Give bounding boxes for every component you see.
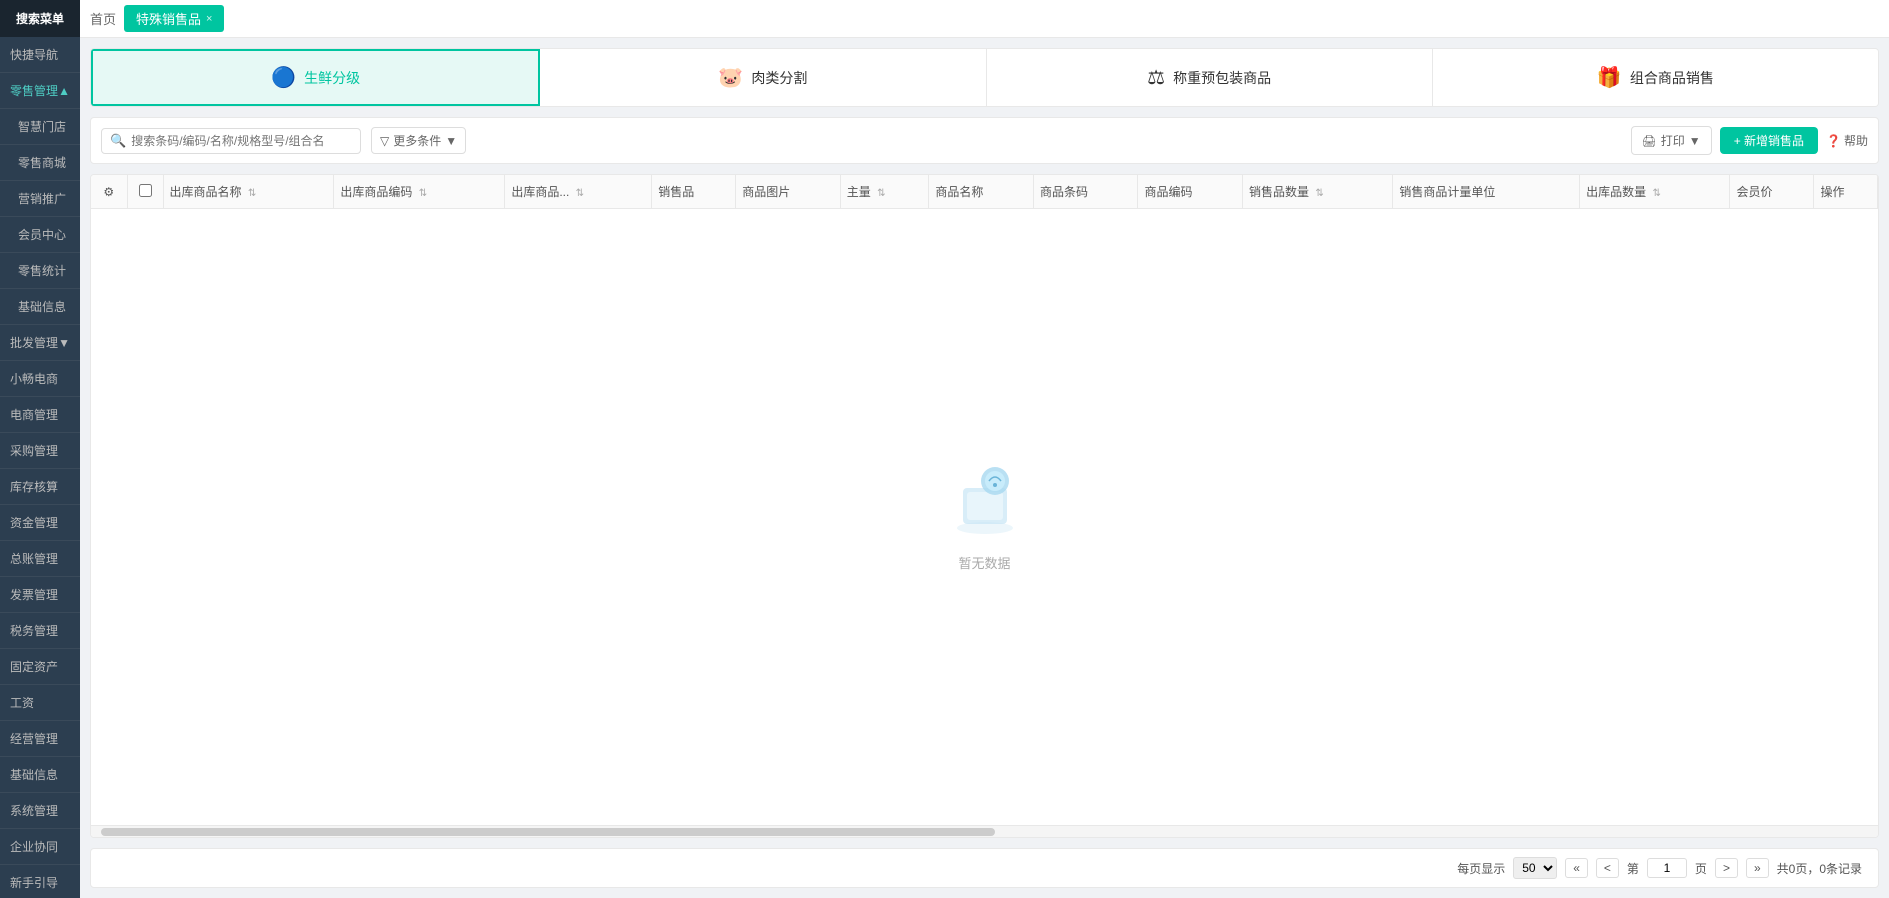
print-icon: 🖨 — [1642, 134, 1657, 148]
col-member-price[interactable]: 会员价 — [1730, 175, 1814, 209]
sidebar-item-mini-ecommerce[interactable]: 小畅电商 — [0, 361, 80, 397]
sort-icon-2: ⇅ — [419, 188, 427, 199]
empty-state-text: 暂无数据 — [958, 553, 1010, 572]
data-table-container: ⚙ 出库商品名称 ⇅ 出库商品编码 ⇅ — [90, 174, 1879, 838]
topbar: 首页 特殊销售品 × — [80, 0, 1889, 38]
col-main-amount[interactable]: 主量 ⇅ — [840, 175, 929, 209]
sidebar-item-newbie-guide[interactable]: 新手引导 — [0, 865, 80, 898]
chevron-down-icon: ▼ — [58, 336, 70, 350]
sidebar-logo: 搜索菜单 — [0, 0, 80, 37]
empty-state-icon — [945, 463, 1025, 543]
page-number-input[interactable] — [1647, 858, 1687, 878]
category-tabs: 🔵 生鲜分级 🐷 肉类分割 ⚖ 称重预包装商品 🎁 组合商品销售 — [90, 48, 1879, 107]
page-label: 第 — [1627, 860, 1639, 877]
sort-icon: ⇅ — [248, 188, 256, 199]
search-box[interactable]: 🔍 — [101, 128, 361, 154]
pagination: 每页显示 50 « < 第 页 > » 共0页，0条记录 — [90, 848, 1879, 888]
category-tab-weigh-prepack[interactable]: ⚖ 称重预包装商品 — [987, 49, 1433, 106]
sidebar-item-system-mgmt[interactable]: 系统管理 — [0, 793, 80, 829]
per-page-label: 每页显示 — [1457, 860, 1505, 877]
toolbar: 🔍 ▽ 更多条件 ▼ 🖨 打印 ▼ + 新增销售品 — [90, 117, 1879, 164]
sidebar-item-basic-info[interactable]: 基础信息 — [0, 757, 80, 793]
scrollbar-thumb[interactable] — [101, 828, 995, 836]
col-out-product-something[interactable]: 出库商品... ⇅ — [505, 175, 652, 209]
toolbar-right: 🖨 打印 ▼ + 新增销售品 ❓ 帮助 — [1631, 126, 1868, 155]
sort-icon-6: ⇅ — [1652, 188, 1660, 199]
col-sales-quantity[interactable]: 销售品数量 ⇅ — [1243, 175, 1393, 209]
filter-button[interactable]: ▽ 更多条件 ▼ — [371, 127, 466, 154]
page-unit: 页 — [1695, 860, 1707, 877]
sort-icon-5: ⇅ — [1315, 188, 1323, 199]
combo-sale-icon: 🎁 — [1597, 65, 1622, 90]
prev-page-button[interactable]: < — [1596, 858, 1619, 878]
sidebar-item-enterprise-coop[interactable]: 企业协同 — [0, 829, 80, 865]
col-product-name[interactable]: 商品名称 — [929, 175, 1034, 209]
sidebar-item-wages[interactable]: 工资 — [0, 685, 80, 721]
empty-state: 暂无数据 — [91, 209, 1878, 825]
sidebar-item-invoice-mgmt[interactable]: 发票管理 — [0, 577, 80, 613]
topbar-home-link[interactable]: 首页 — [90, 9, 116, 28]
sidebar-item-finance-mgmt[interactable]: 资金管理 — [0, 505, 80, 541]
total-records-text: 共0页，0条记录 — [1777, 860, 1862, 877]
col-out-quantity[interactable]: 出库品数量 ⇅ — [1580, 175, 1730, 209]
horizontal-scrollbar[interactable] — [91, 825, 1878, 837]
col-checkbox[interactable] — [127, 175, 163, 209]
sidebar-item-quick-nav[interactable]: 快捷导航 — [0, 37, 80, 73]
next-page-button[interactable]: > — [1715, 858, 1738, 878]
search-input[interactable] — [131, 134, 352, 148]
chevron-up-icon: ▲ — [58, 84, 70, 98]
sort-icon-3: ⇅ — [576, 188, 584, 199]
first-page-button[interactable]: « — [1565, 858, 1588, 878]
sidebar-item-fixed-assets[interactable]: 固定资产 — [0, 649, 80, 685]
weigh-prepack-icon: ⚖ — [1147, 65, 1165, 90]
sidebar-item-basic-info-retail[interactable]: 基础信息 — [0, 289, 80, 325]
sidebar-item-retail-stats[interactable]: 零售统计 — [0, 253, 80, 289]
sidebar-item-ops-mgmt[interactable]: 经营管理 — [0, 721, 80, 757]
sidebar-item-ecommerce-mgmt[interactable]: 电商管理 — [0, 397, 80, 433]
sidebar-item-inventory-check[interactable]: 库存核算 — [0, 469, 80, 505]
col-barcode[interactable]: 商品条码 — [1033, 175, 1138, 209]
sidebar-item-tax-mgmt[interactable]: 税务管理 — [0, 613, 80, 649]
filter-chevron-icon: ▼ — [445, 134, 457, 148]
help-button[interactable]: ❓ 帮助 — [1826, 132, 1868, 149]
col-operations[interactable]: 操作 — [1814, 175, 1878, 209]
category-tab-fresh-grade[interactable]: 🔵 生鲜分级 — [91, 49, 540, 106]
print-chevron-icon: ▼ — [1689, 134, 1701, 148]
last-page-button[interactable]: » — [1746, 858, 1769, 878]
page-content: 🔵 生鲜分级 🐷 肉类分割 ⚖ 称重预包装商品 🎁 组合商品销售 🔍 — [80, 38, 1889, 898]
sidebar-item-sales-promo[interactable]: 营销推广 — [0, 181, 80, 217]
sidebar: 搜索菜单 快捷导航 零售管理 ▲ 智慧门店 零售商城 营销推广 会员中心 零售统… — [0, 0, 80, 898]
select-all-checkbox[interactable] — [139, 184, 152, 197]
sidebar-item-retail-mgmt[interactable]: 零售管理 ▲ — [0, 73, 80, 109]
sort-icon-4: ⇅ — [877, 188, 885, 199]
search-icon: 🔍 — [110, 133, 126, 149]
print-button[interactable]: 🖨 打印 ▼ — [1631, 126, 1712, 155]
main-content: 首页 特殊销售品 × 🔵 生鲜分级 🐷 肉类分割 ⚖ 称重预包装商品 🎁 组合商… — [80, 0, 1889, 898]
sidebar-item-purchase-mgmt[interactable]: 采购管理 — [0, 433, 80, 469]
close-tab-icon[interactable]: × — [206, 13, 212, 25]
toolbar-left: 🔍 ▽ 更多条件 ▼ — [101, 127, 466, 154]
sidebar-item-retail-mall[interactable]: 零售商城 — [0, 145, 80, 181]
sidebar-item-member-center[interactable]: 会员中心 — [0, 217, 80, 253]
col-out-product-name[interactable]: 出库商品名称 ⇅ — [163, 175, 334, 209]
col-sales-product[interactable]: 销售品 — [652, 175, 736, 209]
col-product-code[interactable]: 商品编码 — [1138, 175, 1243, 209]
col-product-image[interactable]: 商品图片 — [736, 175, 841, 209]
sidebar-item-wholesale-mgmt[interactable]: 批发管理 ▼ — [0, 325, 80, 361]
col-sales-unit[interactable]: 销售商品计量单位 — [1393, 175, 1580, 209]
category-tab-meat-cut[interactable]: 🐷 肉类分割 — [540, 49, 986, 106]
col-out-product-code[interactable]: 出库商品编码 ⇅ — [334, 175, 505, 209]
add-sales-product-button[interactable]: + 新增销售品 — [1720, 127, 1818, 154]
fresh-grade-icon: 🔵 — [271, 65, 296, 90]
col-settings[interactable]: ⚙ — [91, 175, 127, 209]
filter-icon: ▽ — [380, 134, 389, 148]
data-table: ⚙ 出库商品名称 ⇅ 出库商品编码 ⇅ — [91, 175, 1878, 209]
sidebar-item-smart-store[interactable]: 智慧门店 — [0, 109, 80, 145]
meat-cut-icon: 🐷 — [718, 65, 743, 90]
per-page-select[interactable]: 50 — [1513, 857, 1557, 879]
sidebar-item-general-ledger[interactable]: 总账管理 — [0, 541, 80, 577]
category-tab-combo-sale[interactable]: 🎁 组合商品销售 — [1433, 49, 1878, 106]
topbar-active-tab[interactable]: 特殊销售品 × — [124, 5, 224, 32]
help-icon: ❓ — [1826, 134, 1841, 148]
